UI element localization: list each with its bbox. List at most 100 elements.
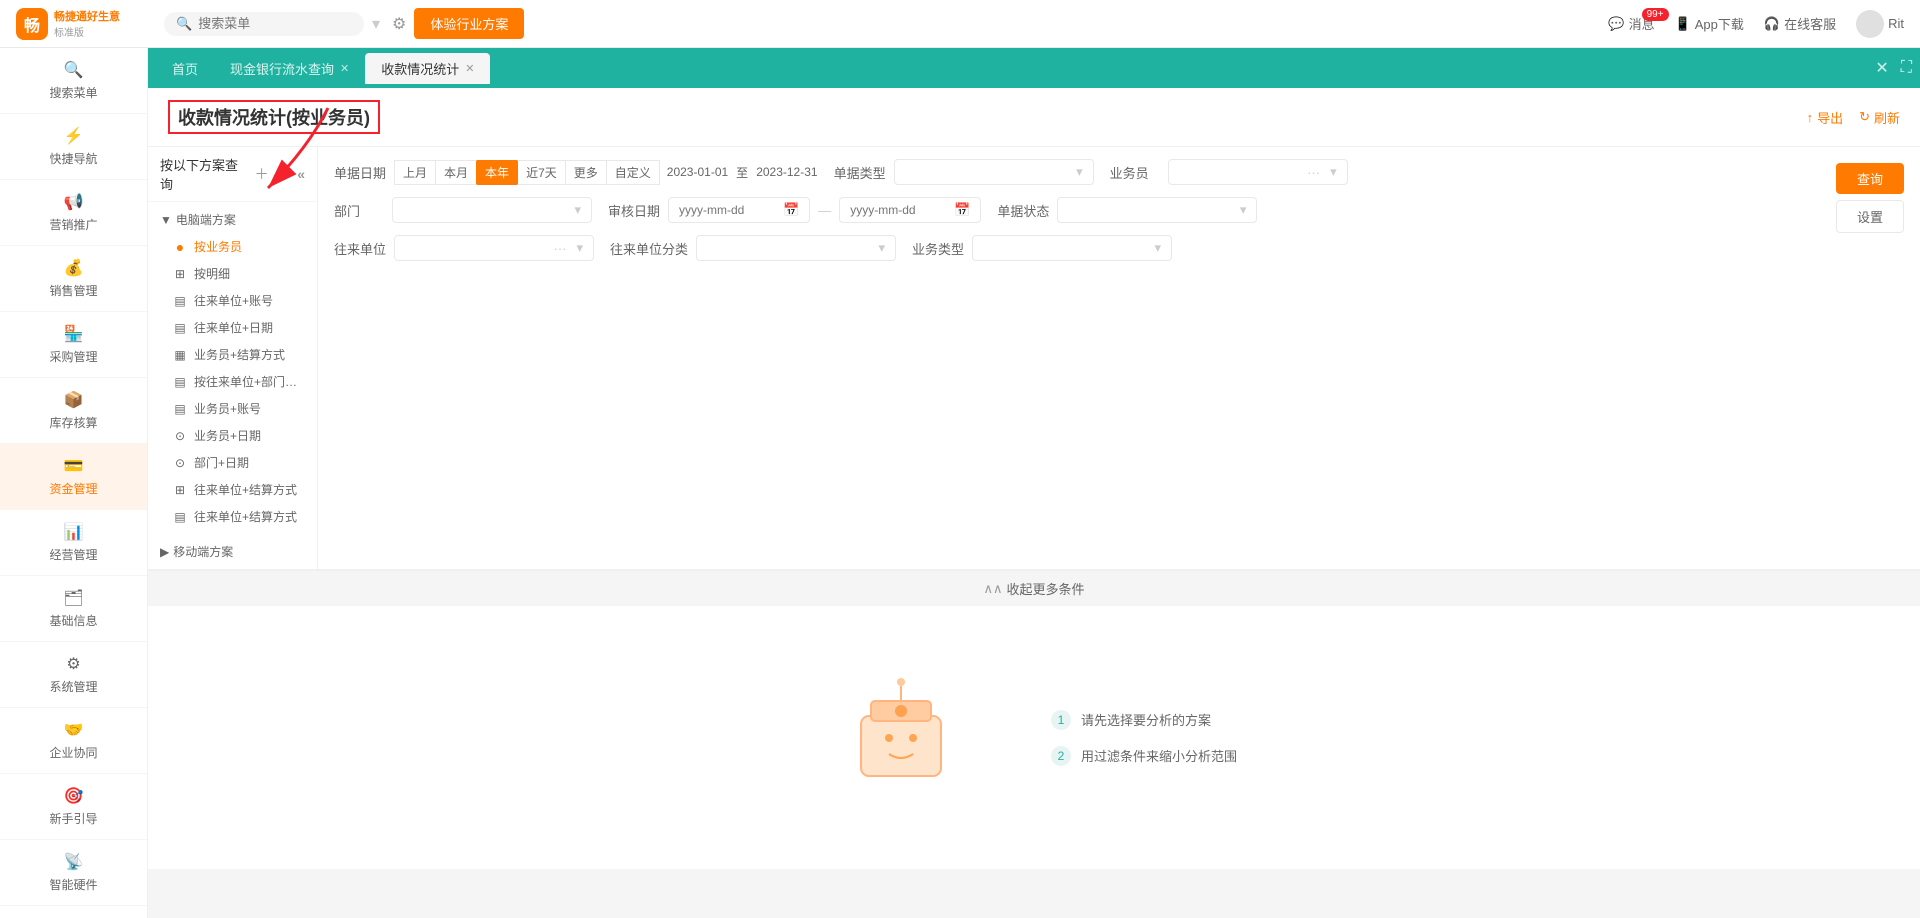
salesman-select[interactable]: ··· (1168, 159, 1348, 185)
filter-doc-status-item: 单据状态 (997, 197, 1257, 223)
chevron-down-icon[interactable]: ▾ (372, 14, 380, 34)
app-download-label: App下载 (1695, 14, 1744, 33)
sidebar-item-smart-hw[interactable]: 📡 智能硬件 (0, 840, 147, 906)
scheme-item-salesman-settle[interactable]: ▦ 业务员+结算方式 (148, 341, 317, 368)
doc-status-select[interactable] (1057, 197, 1257, 223)
tab-close-all-btn[interactable]: ✕ (1875, 58, 1888, 78)
messages-btn[interactable]: 💬 消息 99+ (1608, 14, 1654, 33)
tab-receipt-stats[interactable]: 收款情况统计 ✕ (365, 53, 490, 84)
sidebar-item-enterprise[interactable]: 🤝 企业协同 (0, 708, 147, 774)
scheme-item-icon: ▤ (172, 320, 188, 336)
date-tab-this-month[interactable]: 本月 (435, 160, 477, 185)
scheme-item-dept-date[interactable]: ⊙ 部门+日期 (148, 449, 317, 476)
refresh-btn[interactable]: ↻ 刷新 (1859, 108, 1900, 127)
scheme-group-label: 电脑端方案 (176, 211, 236, 228)
messages-badge: 99+ (1642, 8, 1669, 21)
user-profile[interactable]: Rit (1856, 10, 1904, 38)
sidebar-item-sales[interactable]: 💰 销售管理 (0, 246, 147, 312)
scheme-item-icon: ▤ (172, 509, 188, 525)
sidebar-item-wechat[interactable]: 💬 企业微信 (0, 906, 147, 918)
scheme-item-icon: ▤ (172, 293, 188, 309)
trial-btn[interactable]: 体验行业方案 (414, 8, 524, 39)
scheme-item-icon: ⊙ (172, 455, 188, 471)
biz-type-select[interactable] (972, 235, 1172, 261)
partner-label: 往来单位 (334, 239, 386, 258)
sidebar-item-label: 智能硬件 (49, 876, 97, 893)
sidebar-item-guide[interactable]: 🎯 新手引导 (0, 774, 147, 840)
scheme-item-partner-date[interactable]: ▤ 往来单位+日期 (148, 314, 317, 341)
setting-button[interactable]: 设置 (1836, 200, 1904, 233)
date-tab-this-year[interactable]: 本年 (476, 160, 518, 185)
partner-select[interactable]: ··· (394, 235, 594, 261)
scheme-item-partner-settle1[interactable]: ⊞ 往来单位+结算方式 (148, 476, 317, 503)
partner-category-select[interactable] (696, 235, 896, 261)
sidebar-item-finance[interactable]: 💳 资金管理 (0, 444, 147, 510)
review-date-end-input[interactable]: 📅 (839, 197, 981, 223)
tab-bank-flow-close[interactable]: ✕ (340, 62, 349, 75)
collapse-label: 收起更多条件 (1007, 579, 1085, 598)
sidebar-item-marketing[interactable]: 📢 营销推广 (0, 180, 147, 246)
sidebar-item-quick-nav[interactable]: ⚡ 快捷导航 (0, 114, 147, 180)
sidebar-item-basic-info[interactable]: 🗂 基础信息 (0, 576, 147, 642)
collapse-bar[interactable]: ∧∧ 收起更多条件 (148, 570, 1920, 606)
sidebar-item-label: 搜索菜单 (49, 84, 97, 101)
dept-select[interactable] (392, 197, 592, 223)
sidebar-item-system[interactable]: ⚙ 系统管理 (0, 642, 147, 708)
scheme-item-by-detail[interactable]: ⊞ 按明细 (148, 260, 317, 287)
filter-review-date-item: 审核日期 📅 — 📅 (608, 197, 981, 223)
export-btn[interactable]: ↑ 导出 (1807, 108, 1844, 127)
date-tab-more[interactable]: 更多 (565, 160, 607, 185)
online-service-btn[interactable]: 🎧 在线客服 (1764, 14, 1836, 33)
inventory-icon: 📦 (64, 390, 84, 410)
filter-area: 按以下方案查询 ＋ ⚙ « ▼ 电脑端方案 ● (148, 147, 1920, 570)
tab-receipt-stats-close[interactable]: ✕ (465, 62, 474, 75)
page-title: 收款情况统计(按业务员) (168, 100, 380, 134)
query-button[interactable]: 查询 (1836, 163, 1904, 194)
search-input[interactable] (198, 16, 338, 31)
scheme-item-icon: ▦ (172, 347, 188, 363)
scheme-item-salesman-account[interactable]: ▤ 业务员+账号 (148, 395, 317, 422)
scheme-setting-btn[interactable]: ⚙ (277, 166, 290, 183)
sidebar-item-operations[interactable]: 📊 经营管理 (0, 510, 147, 576)
date-tab-last-month[interactable]: 上月 (394, 160, 436, 185)
scheme-item-partner-account[interactable]: ▤ 往来单位+账号 (148, 287, 317, 314)
review-date-start-input[interactable]: 📅 (668, 197, 810, 223)
doc-status-label: 单据状态 (997, 201, 1049, 220)
date-tab-custom[interactable]: 自定义 (606, 160, 660, 185)
tab-bar: 首页 现金银行流水查询 ✕ 收款情况统计 ✕ ✕ ⛶ (148, 48, 1920, 88)
scheme-group-desktop-header[interactable]: ▼ 电脑端方案 (148, 206, 317, 233)
scheme-item-icon: ⊞ (172, 266, 188, 282)
scheme-item-label: 往来单位+账号 (194, 292, 273, 309)
scheme-panel-title: 按以下方案查询 (160, 155, 247, 193)
app-download-btn[interactable]: 📱 App下载 (1675, 14, 1744, 33)
gear-icon[interactable]: ⚙ (392, 14, 406, 34)
filter-partner-category-item: 往来单位分类 (610, 235, 896, 261)
review-date-end-field[interactable] (850, 203, 950, 217)
tab-bank-flow[interactable]: 现金银行流水查询 ✕ (214, 53, 365, 84)
sidebar-item-inventory[interactable]: 📦 库存核算 (0, 378, 147, 444)
sidebar-item-label: 资金管理 (49, 480, 97, 497)
scheme-item-by-salesman[interactable]: ● 按业务员 (148, 233, 317, 260)
review-date-start-field[interactable] (679, 203, 779, 217)
avatar (1856, 10, 1884, 38)
scheme-group-mobile-header[interactable]: ▶ 移动端方案 (148, 538, 317, 565)
finance-icon: 💳 (64, 456, 84, 476)
tab-home[interactable]: 首页 (156, 53, 214, 84)
scheme-item-partner-dept[interactable]: ▤ 按往来单位+部门+收... (148, 368, 317, 395)
tab-maximize-btn[interactable]: ⛶ (1901, 59, 1912, 77)
scheme-item-partner-settle2[interactable]: ▤ 往来单位+结算方式 (148, 503, 317, 530)
scheme-item-salesman-date[interactable]: ⊙ 业务员+日期 (148, 422, 317, 449)
doc-type-select[interactable] (894, 159, 1094, 185)
scheme-collapse-btn[interactable]: « (297, 166, 305, 182)
scheme-add-btn[interactable]: ＋ (255, 164, 269, 184)
sidebar-item-label: 企业协同 (49, 744, 97, 761)
sidebar-item-label: 新手引导 (49, 810, 97, 827)
date-tab-7days[interactable]: 近7天 (517, 160, 566, 185)
header-search-area: 🔍 ▾ ⚙ 体验行业方案 (164, 8, 1608, 39)
sidebar-item-search-menu[interactable]: 🔍 搜索菜单 (0, 48, 147, 114)
enterprise-icon: 🤝 (64, 720, 84, 740)
date-label: 单据日期 (334, 163, 386, 182)
search-box[interactable]: 🔍 (164, 12, 364, 36)
sidebar-item-purchase[interactable]: 🏪 采购管理 (0, 312, 147, 378)
logo-icon: 畅 (16, 8, 48, 40)
